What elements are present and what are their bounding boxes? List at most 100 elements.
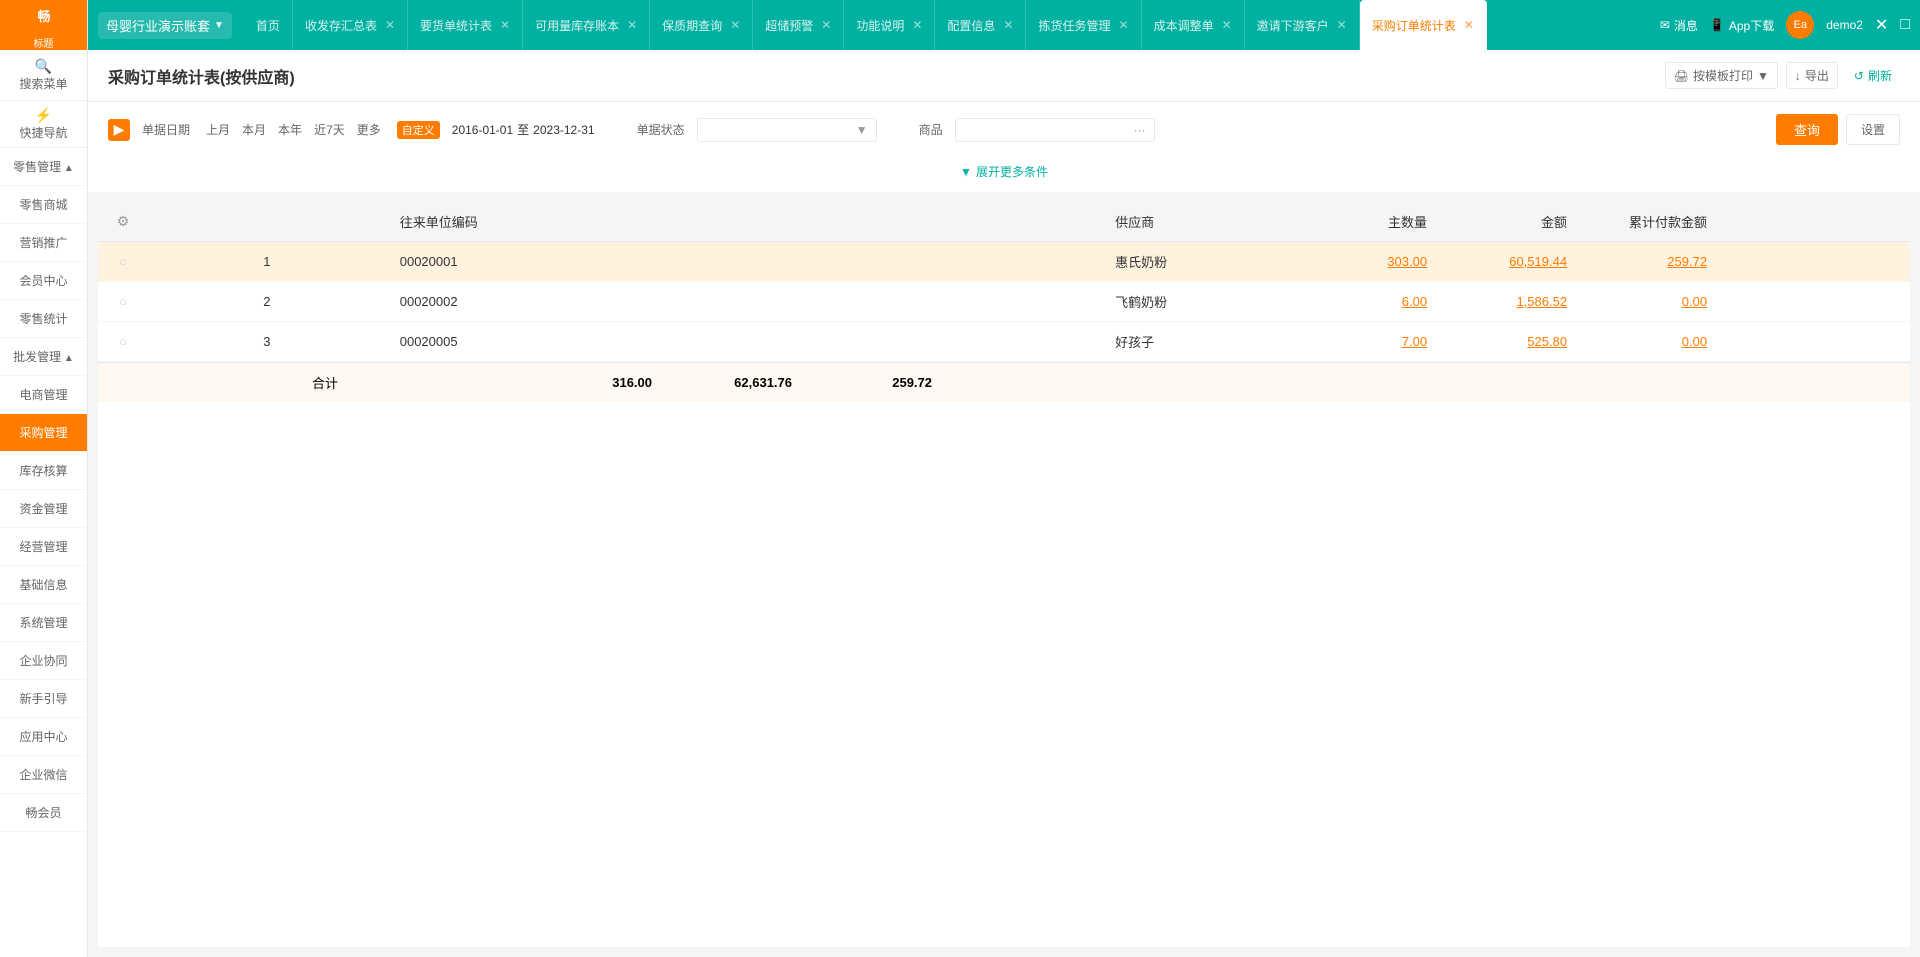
message-label: 消息 bbox=[1674, 17, 1698, 34]
date-shortcut-3[interactable]: 近7天 bbox=[310, 119, 349, 140]
sidebar-item-member-center[interactable]: 会员中心 bbox=[0, 262, 87, 300]
quick-nav[interactable]: ⚡ 快捷导航 bbox=[0, 101, 87, 148]
filter-toggle-button[interactable]: ▶ bbox=[108, 119, 130, 141]
tab-requisition-stats[interactable]: 要货单统计表 ✕ bbox=[408, 0, 523, 50]
sidebar-item-enterprise[interactable]: 企业协同 bbox=[0, 642, 87, 680]
refresh-button[interactable]: ↺ 刷新 bbox=[1846, 63, 1900, 88]
industry-label: 母婴行业演示账套 bbox=[106, 16, 210, 35]
sidebar-item-finance[interactable]: 资金管理 bbox=[0, 490, 87, 528]
row-supplier: 飞鹤奶粉 bbox=[1101, 282, 1321, 322]
search-menu[interactable]: 🔍 搜索菜单 bbox=[0, 50, 87, 101]
tab-available-inventory[interactable]: 可用量库存账本✕ bbox=[523, 0, 650, 50]
sidebar-item-enterprise-wechat[interactable]: 企业微信 bbox=[0, 756, 87, 794]
tab-cost-adjust[interactable]: 成本调整单 ✕ bbox=[1142, 0, 1245, 50]
sidebar-item-retail-mgmt[interactable]: 零售管理 ▲ bbox=[0, 148, 87, 186]
date-shortcut-4[interactable]: 更多 bbox=[353, 119, 385, 140]
row-supplier: 好孩子 bbox=[1101, 322, 1321, 362]
tab-close-overstock-warning[interactable]: ✕ bbox=[821, 18, 831, 32]
tab-close-purchase-order-stats[interactable]: ✕ bbox=[1464, 18, 1474, 32]
status-filter-label: 单据状态 bbox=[637, 121, 685, 138]
date-shortcut-2[interactable]: 本年 bbox=[274, 119, 306, 140]
row-settings[interactable]: ○ bbox=[98, 282, 148, 322]
tab-label-home: 首页 bbox=[256, 17, 280, 34]
message-button[interactable]: ✉ 消息 bbox=[1660, 17, 1698, 34]
row-settings[interactable]: ○ bbox=[98, 242, 148, 282]
tab-close-picking-task[interactable]: ✕ bbox=[1119, 18, 1129, 32]
product-filter-label: 商品 bbox=[919, 121, 943, 138]
product-input[interactable]: ··· bbox=[955, 118, 1155, 142]
sidebar-item-marketing[interactable]: 营销推广 bbox=[0, 224, 87, 262]
row-paid[interactable]: 259.72 bbox=[1581, 242, 1721, 282]
row-paid[interactable]: 0.00 bbox=[1581, 322, 1721, 362]
tab-function-desc[interactable]: 功能说明 ✕ bbox=[844, 0, 935, 50]
sidebar: 畅 标题 🔍 搜索菜单 ⚡ 快捷导航 零售管理 ▲零售商城营销推广会员中心零售统… bbox=[0, 0, 88, 957]
row-amount[interactable]: 60,519.44 bbox=[1441, 242, 1581, 282]
expand-more-button[interactable]: ▼ 展开更多条件 bbox=[960, 163, 1048, 180]
industry-dropdown[interactable]: 母婴行业演示账套 ▼ bbox=[98, 12, 232, 39]
tab-home[interactable]: 首页 bbox=[244, 0, 293, 50]
sidebar-item-retail-mall[interactable]: 零售商城 bbox=[0, 186, 87, 224]
settings-button[interactable]: 设置 bbox=[1846, 114, 1900, 145]
sidebar-item-app-center[interactable]: 应用中心 bbox=[0, 718, 87, 756]
tab-close-collection-summary[interactable]: ✕ bbox=[385, 18, 395, 32]
close-window-button[interactable]: ✕ bbox=[1875, 15, 1888, 35]
sidebar-item-purchase-mgmt[interactable]: 采购管理 bbox=[0, 414, 87, 452]
query-button[interactable]: 查询 bbox=[1776, 114, 1838, 145]
th-extra bbox=[1721, 202, 1910, 242]
sidebar-item-system[interactable]: 系统管理 bbox=[0, 604, 87, 642]
row-settings[interactable]: ○ bbox=[98, 322, 148, 362]
tab-label-requisition-stats: 要货单统计表 bbox=[420, 17, 492, 34]
tab-close-expiry-query[interactable]: ✕ bbox=[730, 18, 740, 32]
th-supplier: 供应商 bbox=[1101, 202, 1321, 242]
print-button[interactable]: 🖨 按模板打印 ▼ bbox=[1665, 62, 1778, 89]
sidebar-item-basic-info[interactable]: 基础信息 bbox=[0, 566, 87, 604]
tab-close-function-desc[interactable]: ✕ bbox=[912, 18, 922, 32]
user-avatar[interactable]: Ea bbox=[1786, 11, 1814, 39]
tab-config-info[interactable]: 配置信息✕ bbox=[935, 0, 1026, 50]
sidebar-item-operations[interactable]: 经营管理 bbox=[0, 528, 87, 566]
th-paid: 累计付款金额 bbox=[1581, 202, 1721, 242]
tab-collection-summary[interactable]: 收发存汇总表✕ bbox=[293, 0, 408, 50]
row-extra bbox=[1721, 282, 1910, 322]
row-amount[interactable]: 1,586.52 bbox=[1441, 282, 1581, 322]
row-num: 2 bbox=[148, 282, 386, 322]
row-code: 00020002 bbox=[386, 282, 1101, 322]
row-paid[interactable]: 0.00 bbox=[1581, 282, 1721, 322]
date-range-start: 2016-01-01 bbox=[452, 123, 513, 137]
table-row: ○ 2 00020002 飞鹤奶粉 6.00 1,586.52 0.00 bbox=[98, 282, 1910, 322]
sidebar-item-vip[interactable]: 畅会员 bbox=[0, 794, 87, 832]
row-quantity[interactable]: 303.00 bbox=[1321, 242, 1441, 282]
tab-label-function-desc: 功能说明 bbox=[856, 17, 904, 34]
tab-invite-downstream[interactable]: 邀请下游客户✕ bbox=[1245, 0, 1360, 50]
sidebar-item-ecommerce[interactable]: 电商管理 bbox=[0, 376, 87, 414]
row-supplier: 惠氏奶粉 bbox=[1101, 242, 1321, 282]
tab-close-cost-adjust[interactable]: ✕ bbox=[1222, 18, 1232, 32]
date-shortcut-1[interactable]: 本月 bbox=[238, 119, 270, 140]
logo-icon: 畅 bbox=[26, 0, 62, 33]
tab-close-config-info[interactable]: ✕ bbox=[1003, 18, 1013, 32]
sidebar-item-new-guide[interactable]: 新手引导 bbox=[0, 680, 87, 718]
message-icon: ✉ bbox=[1660, 18, 1670, 32]
tab-purchase-order-stats[interactable]: 采购订单统计表✕ bbox=[1360, 0, 1487, 50]
sidebar-item-retail-stats[interactable]: 零售统计 bbox=[0, 300, 87, 338]
row-amount[interactable]: 525.80 bbox=[1441, 322, 1581, 362]
row-quantity[interactable]: 7.00 bbox=[1321, 322, 1441, 362]
tab-picking-task[interactable]: 拣货任务管理✕ bbox=[1026, 0, 1141, 50]
sidebar-item-inventory[interactable]: 库存核算 bbox=[0, 452, 87, 490]
column-settings-icon[interactable]: ⚙ bbox=[117, 213, 130, 229]
export-button[interactable]: ↓ 导出 bbox=[1786, 62, 1838, 89]
tab-close-requisition-stats[interactable]: ✕ bbox=[500, 18, 510, 32]
tab-close-invite-downstream[interactable]: ✕ bbox=[1337, 18, 1347, 32]
row-code: 00020001 bbox=[386, 242, 1101, 282]
status-select[interactable]: ▼ bbox=[697, 118, 877, 142]
footer-quantity: 316.00 bbox=[532, 375, 652, 390]
date-shortcut-0[interactable]: 上月 bbox=[202, 119, 234, 140]
tab-label-cost-adjust: 成本调整单 bbox=[1154, 17, 1214, 34]
maximize-window-button[interactable]: □ bbox=[1900, 16, 1910, 34]
sidebar-item-wholesale-mgmt[interactable]: 批发管理 ▲ bbox=[0, 338, 87, 376]
app-download-button[interactable]: 📱 App下载 bbox=[1710, 17, 1774, 34]
tab-expiry-query[interactable]: 保质期查询✕ bbox=[650, 0, 753, 50]
tab-overstock-warning[interactable]: 超储预警✕ bbox=[753, 0, 844, 50]
row-quantity[interactable]: 6.00 bbox=[1321, 282, 1441, 322]
tab-close-available-inventory[interactable]: ✕ bbox=[627, 18, 637, 32]
